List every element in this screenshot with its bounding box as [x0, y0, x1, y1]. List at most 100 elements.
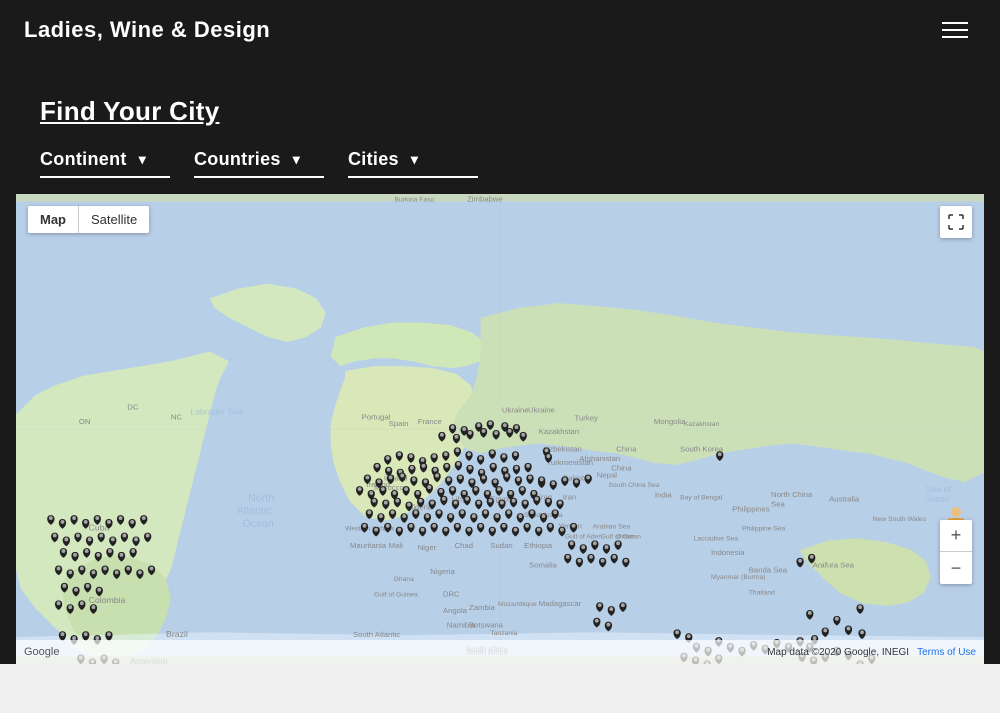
svg-text:Sea of: Sea of	[926, 484, 952, 494]
fullscreen-icon	[948, 214, 964, 230]
svg-text:North China: North China	[771, 490, 813, 499]
svg-text:South China Sea: South China Sea	[608, 482, 659, 489]
svg-text:Ukraine: Ukraine	[502, 406, 529, 415]
svg-text:Kazakhstan: Kazakhstan	[684, 421, 720, 428]
terms-link[interactable]: Terms of Use	[917, 647, 976, 658]
map-area[interactable]: North Atlantic Ocean Labrador Sea Sea of…	[16, 194, 984, 664]
svg-text:South Korea: South Korea	[680, 444, 724, 453]
svg-text:Uzbekistan: Uzbekistan	[544, 444, 582, 453]
svg-text:DC: DC	[127, 403, 139, 412]
map-type-buttons: Map Satellite	[28, 206, 149, 233]
svg-text:Algeria: Algeria	[408, 502, 433, 511]
svg-text:Arabian Sea: Arabian Sea	[593, 524, 630, 531]
svg-text:China: China	[616, 444, 637, 453]
svg-text:Bay of Bengal: Bay of Bengal	[680, 495, 723, 502]
svg-text:Zimbabwe: Zimbabwe	[467, 195, 503, 204]
svg-text:Niger: Niger	[418, 543, 437, 552]
svg-text:India: India	[655, 491, 672, 500]
cities-dropdown[interactable]: Cities ▾	[348, 145, 478, 178]
continent-label: Continent	[40, 149, 127, 170]
svg-text:Libya: Libya	[452, 495, 471, 504]
svg-text:Gulf of Aden: Gulf of Aden	[565, 533, 602, 540]
svg-text:Nigeria: Nigeria	[430, 567, 455, 576]
countries-chevron: ▾	[293, 151, 300, 168]
svg-text:Japan: Japan	[926, 494, 950, 504]
svg-text:Philippines: Philippines	[732, 504, 770, 513]
svg-text:Turkey: Turkey	[575, 413, 598, 422]
svg-text:Spain: Spain	[389, 419, 409, 428]
svg-text:Ireland: Ireland	[384, 473, 408, 482]
svg-text:Angola: Angola	[443, 606, 468, 615]
map-wrapper: Find Your City Continent ▾ Countries ▾ C…	[0, 60, 1000, 664]
svg-text:Pakistan: Pakistan	[563, 473, 593, 482]
zoom-out-button[interactable]: −	[940, 552, 972, 584]
svg-text:Egypt: Egypt	[490, 495, 511, 504]
svg-text:Western Sahara: Western Sahara	[345, 526, 394, 533]
hamburger-line-2	[942, 29, 968, 31]
svg-text:Thailand: Thailand	[749, 590, 775, 597]
svg-text:Philippine Sea: Philippine Sea	[742, 526, 785, 533]
svg-text:NC: NC	[171, 412, 183, 421]
map-view-button[interactable]: Map	[28, 206, 79, 233]
svg-text:New South Wales: New South Wales	[873, 516, 927, 523]
svg-text:Madagascar: Madagascar	[539, 599, 582, 608]
map-data-text: Map data ©2020 Google, INEGI	[767, 647, 909, 658]
svg-text:North: North	[248, 493, 274, 505]
controls-bar: Find Your City Continent ▾ Countries ▾ C…	[16, 76, 984, 194]
hamburger-menu[interactable]	[934, 14, 976, 46]
svg-text:Saudi Arabia: Saudi Arabia	[524, 512, 563, 519]
zoom-controls: + −	[940, 520, 972, 584]
svg-text:Iraq: Iraq	[539, 493, 552, 502]
svg-text:Tanzania: Tanzania	[490, 630, 517, 637]
google-logo: Google	[24, 646, 59, 658]
cities-chevron: ▾	[411, 151, 418, 168]
svg-text:Laccadive Sea: Laccadive Sea	[694, 535, 739, 542]
hamburger-line-3	[942, 36, 968, 38]
map-attribution: Map data ©2020 Google, INEGI Terms of Us…	[767, 647, 976, 658]
svg-text:Oman: Oman	[616, 533, 635, 540]
countries-dropdown[interactable]: Countries ▾	[194, 145, 324, 178]
svg-text:ON: ON	[79, 417, 91, 426]
svg-text:Sudan: Sudan	[490, 541, 512, 550]
svg-text:Ethiopia: Ethiopia	[524, 541, 553, 550]
svg-text:Kazakhstan: Kazakhstan	[539, 427, 579, 436]
svg-text:Portugal: Portugal	[362, 412, 391, 421]
continent-dropdown[interactable]: Continent ▾	[40, 145, 170, 178]
svg-text:France: France	[418, 417, 442, 426]
svg-text:Arafura Sea: Arafura Sea	[813, 560, 855, 569]
svg-text:Iran: Iran	[563, 493, 576, 502]
svg-text:Australia: Australia	[829, 495, 860, 504]
zoom-in-button[interactable]: +	[940, 520, 972, 552]
satellite-view-button[interactable]: Satellite	[79, 206, 149, 233]
svg-text:South Atlantic: South Atlantic	[353, 630, 400, 639]
map-background: North Atlantic Ocean Labrador Sea Sea of…	[16, 194, 984, 664]
svg-text:Mozambique: Mozambique	[498, 601, 537, 608]
svg-text:Zambia: Zambia	[469, 603, 495, 612]
svg-text:Mongolia: Mongolia	[654, 417, 686, 426]
svg-text:Colombia: Colombia	[89, 595, 126, 605]
svg-text:Somalia: Somalia	[529, 560, 558, 569]
svg-text:Cuba: Cuba	[89, 523, 110, 533]
svg-text:Ocean: Ocean	[243, 518, 274, 530]
svg-text:Myanmar (Burma): Myanmar (Burma)	[711, 574, 766, 581]
svg-text:Labrador Sea: Labrador Sea	[190, 406, 243, 416]
map-footer: Google Map data ©2020 Google, INEGI Term…	[16, 640, 984, 664]
svg-text:Indonesia: Indonesia	[711, 548, 745, 557]
svg-text:Afghanistan: Afghanistan	[579, 454, 620, 463]
svg-text:Burkina Faso: Burkina Faso	[394, 197, 434, 204]
dropdowns: Continent ▾ Countries ▾ Cities ▾	[40, 145, 960, 178]
svg-text:Atlantic: Atlantic	[237, 505, 273, 517]
svg-text:China: China	[611, 464, 632, 473]
svg-text:Banda Sea: Banda Sea	[749, 565, 788, 574]
continent-chevron: ▾	[139, 151, 146, 168]
svg-text:Mali: Mali	[389, 541, 403, 550]
svg-text:Chad: Chad	[455, 541, 474, 550]
map-panel: Find Your City Continent ▾ Countries ▾ C…	[16, 76, 984, 664]
countries-label: Countries	[194, 149, 281, 170]
svg-text:Mauritania: Mauritania	[350, 541, 387, 550]
svg-text:DRC: DRC	[443, 589, 460, 598]
fullscreen-button[interactable]	[940, 206, 972, 238]
svg-text:Brazil: Brazil	[166, 629, 188, 639]
header: Ladies, Wine & Design	[0, 0, 1000, 60]
svg-text:Ukraine: Ukraine	[528, 406, 555, 415]
